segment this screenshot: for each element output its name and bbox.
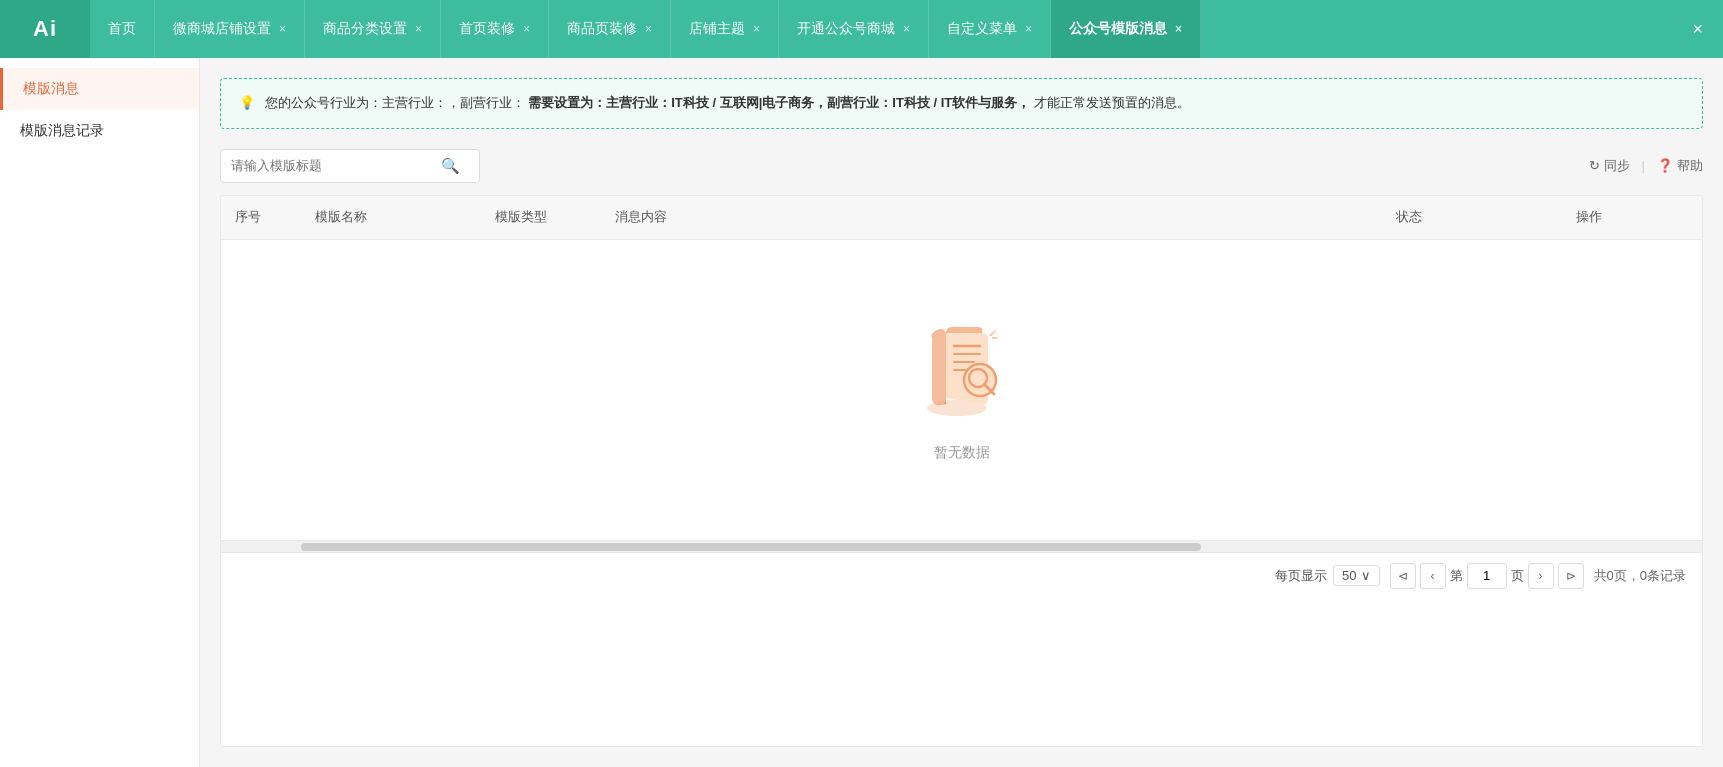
next-page-button[interactable]: › [1528, 563, 1554, 589]
sidebar-item-template-msg[interactable]: 模版消息 [0, 68, 199, 110]
tab-micro-shop[interactable]: 微商城店铺设置 × [155, 0, 305, 58]
page-unit: 页 [1511, 567, 1524, 585]
help-button[interactable]: ❓ 帮助 [1657, 157, 1703, 175]
empty-illustration [902, 308, 1022, 428]
last-page-button[interactable]: ⊳ [1558, 563, 1584, 589]
notice-prefix: 您的公众号行业为：主营行业：，副营行业： [265, 95, 525, 110]
sidebar-item-template-record[interactable]: 模版消息记录 [0, 110, 199, 152]
close-tab-custom-menu[interactable]: × [1025, 22, 1032, 36]
page-size-select: 每页显示 50 ∨ [1275, 565, 1379, 586]
close-tab-shop-theme[interactable]: × [753, 22, 760, 36]
search-input-wrap: 🔍 [220, 149, 480, 183]
total-info: 共0页，0条记录 [1594, 567, 1686, 585]
tab-custom-menu[interactable]: 自定义菜单 × [929, 0, 1051, 58]
sync-button[interactable]: ↻ 同步 [1589, 157, 1630, 175]
empty-state-text: 暂无数据 [934, 444, 990, 462]
scrollbar-thumb[interactable] [301, 543, 1201, 551]
tab-product-category[interactable]: 商品分类设置 × [305, 0, 441, 58]
close-tab-product-category[interactable]: × [415, 22, 422, 36]
notice-highlight: 需要设置为：主营行业：IT科技 / 互联网|电子商务，副营行业：IT科技 / I… [528, 95, 1030, 110]
notice-box: 💡 您的公众号行业为：主营行业：，副营行业： 需要设置为：主营行业：IT科技 /… [220, 78, 1703, 129]
col-type: 模版类型 [481, 208, 601, 226]
sidebar: 模版消息 模版消息记录 [0, 58, 200, 767]
close-tab-product-decor[interactable]: × [645, 22, 652, 36]
tab-bar: Ai 首页 微商城店铺设置 × 商品分类设置 × 首页装修 × 商品页装修 × … [0, 0, 1723, 58]
horizontal-scrollbar[interactable] [221, 540, 1702, 552]
tab-home-decor[interactable]: 首页装修 × [441, 0, 549, 58]
sync-label: 同步 [1604, 157, 1630, 175]
table-body: 暂无数据 [221, 240, 1702, 540]
close-tab-home-decor[interactable]: × [523, 22, 530, 36]
tab-shop-theme[interactable]: 店铺主题 × [671, 0, 779, 58]
page-size-label: 每页显示 [1275, 567, 1327, 585]
search-bar: 🔍 ↻ 同步 | ❓ 帮助 [220, 149, 1703, 183]
prev-page-button[interactable]: ‹ [1420, 563, 1446, 589]
close-tab-micro-shop[interactable]: × [279, 22, 286, 36]
page-nav: ⊲ ‹ 第 页 › ⊳ [1390, 563, 1584, 589]
search-bar-right: ↻ 同步 | ❓ 帮助 [1589, 157, 1703, 175]
page-prefix: 第 [1450, 567, 1463, 585]
content-area: 💡 您的公众号行业为：主营行业：，副营行业： 需要设置为：主营行业：IT科技 /… [200, 58, 1723, 767]
svg-line-10 [992, 330, 996, 334]
help-icon: ❓ [1657, 158, 1673, 173]
pagination: 每页显示 50 ∨ ⊲ ‹ 第 页 › ⊳ 共0页，0条记录 [221, 552, 1702, 599]
tab-home[interactable]: 首页 [90, 0, 155, 58]
page-size-value: 50 [1342, 568, 1356, 583]
table-header: 序号 模版名称 模版类型 消息内容 状态 操作 [221, 196, 1702, 240]
col-content: 消息内容 [601, 208, 1382, 226]
page-size-dropdown[interactable]: 50 ∨ [1333, 565, 1379, 586]
col-status: 状态 [1382, 208, 1562, 226]
table-wrap: 序号 模版名称 模版类型 消息内容 状态 操作 [220, 195, 1703, 747]
logo: Ai [0, 0, 90, 58]
tab-template-msg[interactable]: 公众号模版消息 × [1051, 0, 1201, 58]
tab-product-decor[interactable]: 商品页装修 × [549, 0, 671, 58]
logo-text: Ai [33, 16, 57, 42]
notice-suffix: 才能正常发送预置的消息。 [1034, 95, 1190, 110]
close-all-tabs-button[interactable]: × [1672, 0, 1723, 58]
col-action: 操作 [1562, 208, 1702, 226]
toolbar-divider: | [1642, 158, 1645, 173]
main-layout: 模版消息 模版消息记录 💡 您的公众号行业为：主营行业：，副营行业： 需要设置为… [0, 58, 1723, 767]
close-tab-template-msg[interactable]: × [1175, 22, 1182, 36]
close-tab-open-mall[interactable]: × [903, 22, 910, 36]
first-page-button[interactable]: ⊲ [1390, 563, 1416, 589]
help-label: 帮助 [1677, 157, 1703, 175]
sync-icon: ↻ [1589, 158, 1600, 173]
col-seq: 序号 [221, 208, 301, 226]
search-input[interactable] [231, 158, 441, 173]
page-number-input[interactable] [1467, 563, 1507, 589]
dropdown-arrow-icon: ∨ [1361, 568, 1371, 583]
tab-open-mall[interactable]: 开通公众号商城 × [779, 0, 929, 58]
search-icon[interactable]: 🔍 [441, 157, 460, 175]
notice-icon: 💡 [239, 95, 255, 110]
col-name: 模版名称 [301, 208, 481, 226]
